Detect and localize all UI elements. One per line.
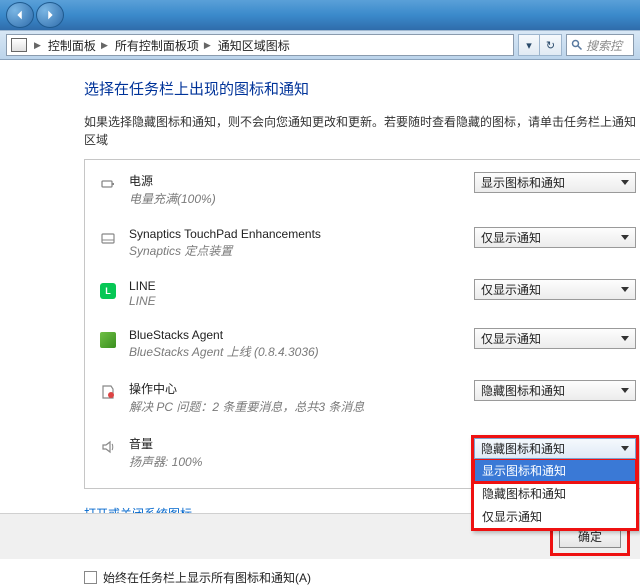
address-dropdown-button[interactable]: ▾ bbox=[518, 34, 540, 56]
touchpad-icon bbox=[97, 229, 119, 249]
table-row: 操作中心 解决 PC 问题：2 条重要消息，总共3 条消息 隐藏图标和通知 bbox=[97, 380, 640, 415]
breadcrumb[interactable]: 通知区域图标 bbox=[218, 37, 290, 54]
row-title: Synaptics TouchPad Enhancements bbox=[129, 227, 468, 241]
nav-forward-button[interactable] bbox=[36, 2, 64, 28]
page-description: 如果选择隐藏图标和通知，则不会向您通知更改和更新。若要随时查看隐藏的图标，请单击… bbox=[84, 113, 640, 149]
table-row: 音量 扬声器: 100% 隐藏图标和通知 显示图标和通知 隐藏图标和通知 仅显示… bbox=[97, 435, 640, 470]
chevron-right-icon: ▶ bbox=[34, 40, 41, 51]
table-row: Synaptics TouchPad Enhancements Synaptic… bbox=[97, 227, 640, 259]
breadcrumb[interactable]: 控制面板▶ bbox=[48, 37, 111, 54]
action-center-icon bbox=[97, 382, 119, 402]
table-row: BlueStacks Agent BlueStacks Agent 上线 (0.… bbox=[97, 328, 640, 360]
row-subtitle: 解决 PC 问题：2 条重要消息，总共3 条消息 bbox=[129, 398, 468, 415]
dropdown-option[interactable]: 仅显示通知 bbox=[474, 505, 636, 528]
table-row: L LINE LINE 仅显示通知 bbox=[97, 279, 640, 308]
behavior-select-open[interactable]: 隐藏图标和通知 显示图标和通知 隐藏图标和通知 仅显示通知 bbox=[471, 435, 639, 531]
search-placeholder: 搜索控 bbox=[586, 37, 622, 54]
volume-icon bbox=[97, 437, 119, 457]
row-title: 音量 bbox=[129, 435, 468, 452]
always-show-label: 始终在任务栏上显示所有图标和通知(A) bbox=[103, 569, 311, 586]
behavior-select[interactable]: 显示图标和通知 bbox=[474, 172, 636, 193]
row-subtitle: 扬声器: 100% bbox=[129, 453, 468, 470]
behavior-select[interactable]: 仅显示通知 bbox=[474, 227, 636, 248]
refresh-button[interactable]: ↻ bbox=[540, 34, 562, 56]
page-title: 选择在任务栏上出现的图标和通知 bbox=[84, 78, 640, 99]
table-row: 电源 电量充满(100%) 显示图标和通知 bbox=[97, 172, 640, 207]
line-icon: L bbox=[97, 281, 119, 301]
breadcrumb[interactable]: 所有控制面板项▶ bbox=[115, 37, 214, 54]
behavior-select-value[interactable]: 隐藏图标和通知 bbox=[474, 438, 636, 459]
power-icon bbox=[97, 174, 119, 194]
dropdown-option[interactable]: 隐藏图标和通知 bbox=[474, 482, 636, 505]
always-show-checkbox[interactable] bbox=[84, 571, 97, 584]
dropdown-option[interactable]: 显示图标和通知 bbox=[474, 459, 636, 482]
behavior-select[interactable]: 隐藏图标和通知 bbox=[474, 380, 636, 401]
row-subtitle: Synaptics 定点装置 bbox=[129, 242, 468, 259]
row-title: 电源 bbox=[129, 172, 468, 189]
search-input[interactable]: 搜索控 bbox=[566, 34, 634, 56]
nav-back-button[interactable] bbox=[6, 2, 34, 28]
address-bar[interactable]: ▶ 控制面板▶ 所有控制面板项▶ 通知区域图标 bbox=[6, 34, 514, 56]
search-icon bbox=[571, 39, 583, 51]
row-subtitle: LINE bbox=[129, 294, 468, 308]
row-subtitle: 电量充满(100%) bbox=[129, 190, 468, 207]
row-title: 操作中心 bbox=[129, 380, 468, 397]
icon-settings-panel: 电源 电量充满(100%) 显示图标和通知 Synaptics TouchPad… bbox=[84, 159, 640, 489]
bluestacks-icon bbox=[97, 330, 119, 350]
row-title: LINE bbox=[129, 279, 468, 293]
row-title: BlueStacks Agent bbox=[129, 328, 468, 342]
behavior-select[interactable]: 仅显示通知 bbox=[474, 279, 636, 300]
row-subtitle: BlueStacks Agent 上线 (0.8.4.3036) bbox=[129, 343, 468, 360]
behavior-select[interactable]: 仅显示通知 bbox=[474, 328, 636, 349]
control-panel-icon bbox=[11, 38, 27, 52]
